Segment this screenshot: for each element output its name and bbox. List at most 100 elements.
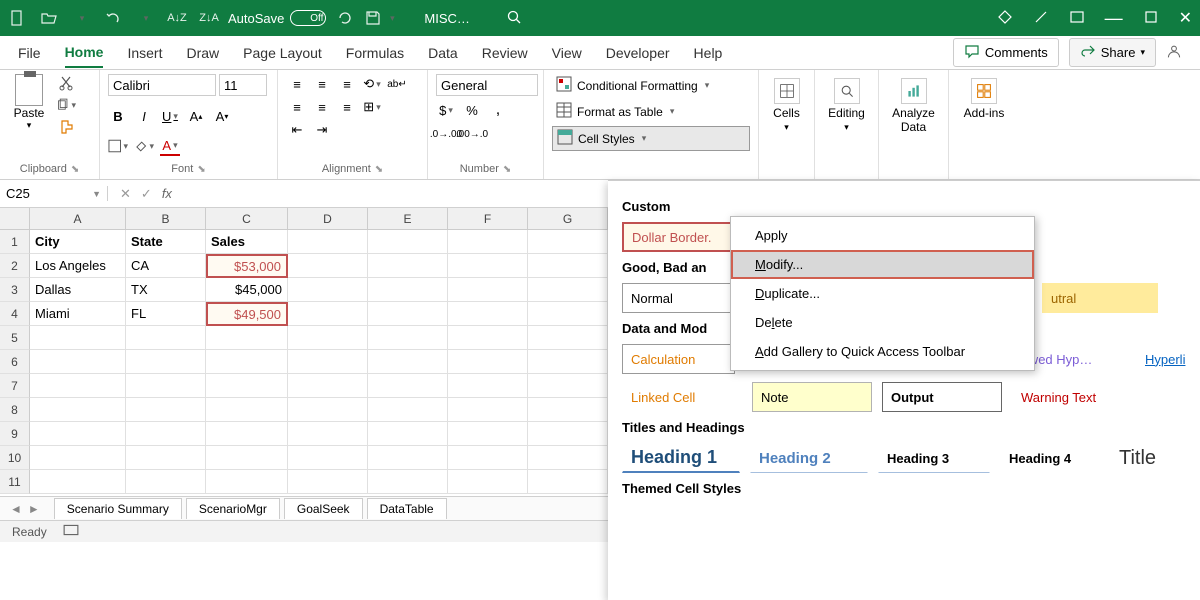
number-format-select[interactable] (436, 74, 538, 96)
decrease-decimal-icon[interactable]: .00→.0 (462, 124, 482, 144)
editing-button[interactable]: Editing▾ (823, 74, 870, 137)
row-header[interactable]: 10 (0, 446, 30, 470)
row-header[interactable]: 8 (0, 398, 30, 422)
font-name-select[interactable] (108, 74, 216, 96)
enter-formula-icon[interactable]: ✓ (141, 186, 152, 202)
cell[interactable]: State (126, 230, 206, 254)
row-header[interactable]: 9 (0, 422, 30, 446)
cell[interactable] (288, 278, 368, 302)
font-color-icon[interactable]: A (160, 136, 180, 156)
close-icon[interactable]: ✕ (1179, 8, 1192, 28)
align-center-icon[interactable]: ≡ (311, 97, 333, 117)
row-header[interactable]: 7 (0, 374, 30, 398)
new-file-icon[interactable] (8, 9, 26, 27)
select-all-corner[interactable] (0, 208, 30, 230)
column-header[interactable]: G (528, 208, 608, 230)
format-painter-icon[interactable] (56, 118, 76, 136)
cancel-formula-icon[interactable]: ✕ (120, 186, 131, 202)
open-icon[interactable] (40, 9, 58, 27)
row-header[interactable]: 3 (0, 278, 30, 302)
tab-developer[interactable]: Developer (606, 39, 670, 67)
cell[interactable]: $53,000 (206, 254, 288, 278)
context-duplicate[interactable]: Duplicate... (731, 279, 1034, 308)
tab-view[interactable]: View (552, 39, 582, 67)
style-swatch-heading1[interactable]: Heading 1 (622, 443, 740, 473)
cell[interactable] (288, 302, 368, 326)
align-left-icon[interactable]: ≡ (286, 97, 308, 117)
tab-data[interactable]: Data (428, 39, 458, 67)
paste-button[interactable]: Paste ▾ (8, 74, 50, 161)
align-middle-icon[interactable]: ≡ (311, 74, 333, 94)
borders-icon[interactable] (108, 136, 128, 156)
style-swatch-hyperlink[interactable]: Hyperli (1136, 344, 1186, 374)
autosave-toggle[interactable]: AutoSave Off (228, 10, 326, 26)
italic-button[interactable]: I (134, 106, 154, 126)
align-top-icon[interactable]: ≡ (286, 74, 308, 94)
wrap-text-icon[interactable]: ab↵ (386, 74, 408, 94)
comma-icon[interactable]: , (488, 100, 508, 120)
macro-record-icon[interactable] (63, 522, 79, 541)
copy-icon[interactable] (56, 96, 76, 114)
style-swatch-neutral[interactable]: utral (1042, 283, 1158, 313)
cell[interactable]: Miami (30, 302, 126, 326)
search-icon[interactable] (506, 9, 522, 28)
addins-button[interactable]: Add-ins (957, 74, 1011, 124)
cell[interactable] (528, 302, 608, 326)
ribbon-mode-icon[interactable] (1069, 9, 1085, 28)
cell[interactable] (368, 230, 448, 254)
style-swatch-heading3[interactable]: Heading 3 (878, 443, 990, 473)
orientation-icon[interactable]: ⟲ (361, 74, 383, 94)
row-header[interactable]: 11 (0, 470, 30, 494)
dialog-launcher-icon[interactable]: ⬊ (197, 164, 205, 175)
undo-dropdown-icon[interactable] (136, 9, 154, 27)
dialog-launcher-icon[interactable]: ⬊ (375, 164, 383, 175)
cell[interactable] (368, 302, 448, 326)
cell[interactable]: Dallas (30, 278, 126, 302)
context-delete[interactable]: Delete (731, 308, 1034, 337)
refresh-icon[interactable] (336, 9, 354, 27)
cell[interactable] (528, 254, 608, 278)
cell[interactable] (448, 230, 528, 254)
column-header[interactable]: A (30, 208, 126, 230)
dialog-launcher-icon[interactable]: ⬊ (71, 164, 79, 175)
fx-icon[interactable]: fx (162, 186, 172, 201)
align-bottom-icon[interactable]: ≡ (336, 74, 358, 94)
tab-help[interactable]: Help (694, 39, 723, 67)
undo-icon[interactable] (104, 9, 122, 27)
font-size-select[interactable] (219, 74, 267, 96)
sort-asc-icon[interactable]: A↓Z (168, 9, 186, 27)
brush-icon[interactable] (1033, 9, 1049, 28)
underline-button[interactable]: U (160, 106, 180, 126)
context-add-to-qat[interactable]: Add Gallery to Quick Access Toolbar (731, 337, 1034, 366)
cell[interactable] (528, 230, 608, 254)
cell[interactable]: Los Angeles (30, 254, 126, 278)
open-dropdown-icon[interactable] (72, 9, 90, 27)
comments-button[interactable]: Comments (953, 38, 1059, 67)
cut-icon[interactable] (56, 74, 76, 92)
conditional-formatting-button[interactable]: Conditional Formatting (552, 74, 750, 97)
dialog-launcher-icon[interactable]: ⬊ (503, 164, 511, 175)
diamond-icon[interactable] (997, 9, 1013, 28)
style-swatch-warning-text[interactable]: Warning Text (1012, 382, 1132, 412)
style-swatch-heading2[interactable]: Heading 2 (750, 443, 868, 473)
cell[interactable]: FL (126, 302, 206, 326)
tab-insert[interactable]: Insert (127, 39, 162, 67)
cell[interactable] (448, 302, 528, 326)
style-swatch-calculation[interactable]: Calculation (622, 344, 735, 374)
minimize-icon[interactable]: — (1105, 8, 1123, 29)
cell[interactable]: $45,000 (206, 278, 288, 302)
cell-styles-button[interactable]: Cell Styles (552, 126, 750, 151)
style-swatch-heading4[interactable]: Heading 4 (1000, 443, 1100, 473)
tab-page-layout[interactable]: Page Layout (243, 39, 322, 67)
align-right-icon[interactable]: ≡ (336, 97, 358, 117)
sheet-tab[interactable]: GoalSeek (284, 498, 363, 519)
tab-review[interactable]: Review (482, 39, 528, 67)
autosave-switch[interactable]: Off (290, 10, 326, 26)
cell[interactable]: TX (126, 278, 206, 302)
increase-indent-icon[interactable]: ⇥ (311, 120, 333, 140)
prev-sheet-icon[interactable]: ◄ (10, 502, 22, 516)
analyze-data-button[interactable]: Analyze Data (887, 74, 940, 138)
context-apply[interactable]: Apply (731, 221, 1034, 250)
maximize-icon[interactable] (1143, 9, 1159, 28)
row-header[interactable]: 4 (0, 302, 30, 326)
